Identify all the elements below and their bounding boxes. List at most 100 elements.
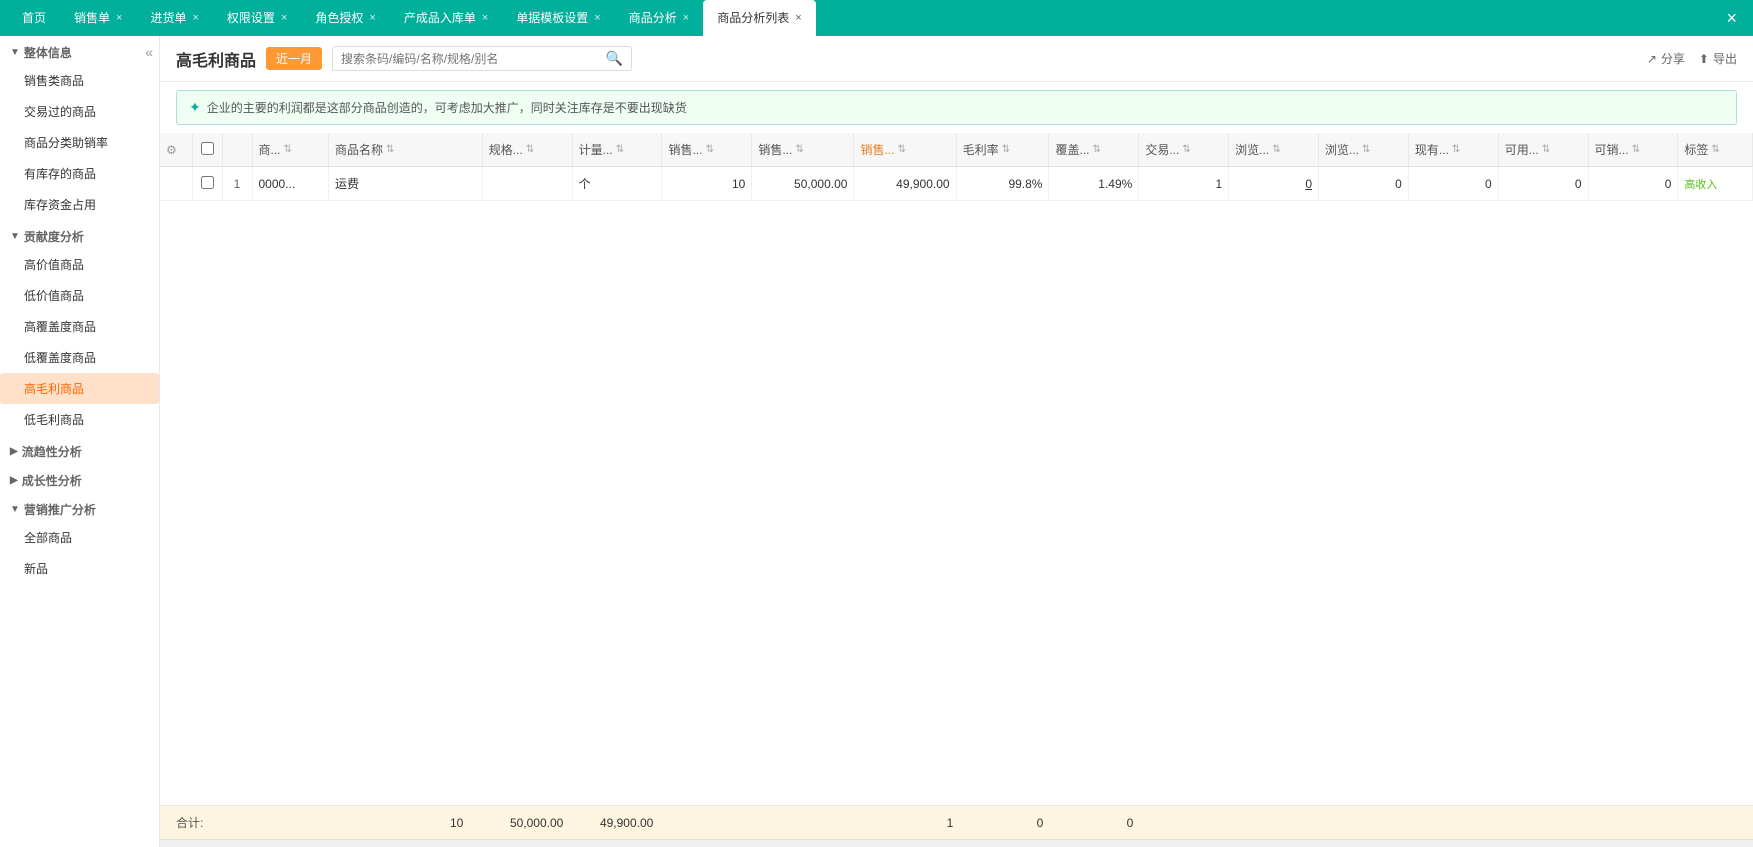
arrow-right-icon: ▶: [10, 446, 18, 457]
td-name: 运费: [328, 167, 482, 201]
arrow-down-icon-2: ▼: [10, 231, 20, 242]
search-icon[interactable]: 🔍: [606, 50, 623, 67]
nav-item-template[interactable]: 单据模板设置 ×: [502, 0, 614, 36]
sidebar-group-overall[interactable]: ▼ 整体信息: [0, 36, 159, 65]
nav-item-production[interactable]: 产成品入库单 ×: [390, 0, 502, 36]
sidebar-item-low-coverage[interactable]: 低覆盖度商品: [0, 342, 159, 373]
td-browse1[interactable]: 0: [1229, 167, 1319, 201]
sidebar-group-contribution[interactable]: ▼ 贡献度分析: [0, 220, 159, 249]
nav-close-roles[interactable]: ×: [369, 0, 375, 36]
nav-close-permissions[interactable]: ×: [281, 0, 287, 36]
th-browse2[interactable]: 浏览...⇅: [1319, 133, 1409, 167]
sidebar-group-growth[interactable]: ▶ 成长性分析: [0, 464, 159, 493]
td-num: 1: [222, 167, 252, 201]
nav-item-permissions[interactable]: 权限设置 ×: [213, 0, 301, 36]
search-input[interactable]: [341, 52, 606, 66]
sidebar-item-category-rate[interactable]: 商品分类助销率: [0, 127, 159, 158]
share-icon: ↗: [1647, 52, 1657, 66]
info-icon: ✦: [189, 99, 201, 116]
th-checkbox[interactable]: [192, 133, 222, 167]
footer-label: 合计:: [176, 814, 203, 831]
td-coverage: 1.49%: [1049, 167, 1139, 201]
data-table-container[interactable]: ⚙ 商...⇅ 商品名称⇅ 规格...⇅: [160, 133, 1753, 805]
nav-item-purchase[interactable]: 进货单 ×: [136, 0, 212, 36]
td-code: 0000...: [252, 167, 328, 201]
th-stock-sale[interactable]: 可销...⇅: [1588, 133, 1678, 167]
search-box[interactable]: 🔍: [332, 46, 632, 71]
sidebar-collapse-btn[interactable]: «: [145, 44, 153, 60]
td-sales-amt: 50,000.00: [752, 167, 854, 201]
th-sales-cost[interactable]: 销售...⇅: [854, 133, 956, 167]
th-sales-qty[interactable]: 销售...⇅: [662, 133, 752, 167]
td-browse2: 0: [1319, 167, 1409, 201]
th-code[interactable]: 商...⇅: [252, 133, 328, 167]
th-trade[interactable]: 交易...⇅: [1139, 133, 1229, 167]
sidebar-item-new-goods[interactable]: 新品: [0, 553, 159, 584]
info-banner: ✦ 企业的主要的利润都是这部分商品创造的，可考虑加大推广，同时关注库存是不要出现…: [176, 90, 1737, 125]
nav-close-production[interactable]: ×: [482, 0, 488, 36]
th-settings[interactable]: ⚙: [160, 133, 192, 167]
th-gross-rate[interactable]: 毛利率⇅: [956, 133, 1049, 167]
nav-item-sales[interactable]: 销售单 ×: [60, 0, 136, 36]
sidebar-item-high-value[interactable]: 高价值商品: [0, 249, 159, 280]
th-stock-cur[interactable]: 现有...⇅: [1408, 133, 1498, 167]
share-button[interactable]: ↗ 分享: [1647, 50, 1685, 67]
footer-trade: 1: [663, 816, 963, 830]
nav-close-template[interactable]: ×: [594, 0, 600, 36]
nav-item-home[interactable]: 首页: [8, 0, 60, 36]
nav-close-all: ×: [1718, 8, 1745, 29]
row-checkbox[interactable]: [201, 176, 214, 189]
arrow-down-icon-3: ▼: [10, 504, 20, 515]
footer-sales-amt: 50,000.00: [483, 816, 573, 830]
close-all-icon[interactable]: ×: [1718, 8, 1745, 29]
td-spec: [482, 167, 572, 201]
nav-close-sales[interactable]: ×: [116, 0, 122, 36]
nav-item-analysis-list[interactable]: 商品分析列表 ×: [703, 0, 815, 36]
export-icon: ⬆: [1699, 52, 1709, 66]
td-sales-cost: 49,900.00: [854, 167, 956, 201]
table-row: 1 0000... 运费 个 10 50,000.00 49,900.00 99…: [160, 167, 1753, 201]
sidebar-item-traded-goods[interactable]: 交易过的商品: [0, 96, 159, 127]
header-actions: ↗ 分享 ⬆ 导出: [1647, 50, 1737, 67]
footer-sales-cost: 49,900.00: [573, 816, 663, 830]
sidebar-item-low-margin[interactable]: 低毛利商品: [0, 404, 159, 435]
th-tag[interactable]: 标签⇅: [1678, 133, 1753, 167]
sidebar-item-stock-capital[interactable]: 库存资金占用: [0, 189, 159, 220]
sidebar-item-low-value[interactable]: 低价值商品: [0, 280, 159, 311]
th-stock-avail[interactable]: 可用...⇅: [1498, 133, 1588, 167]
sidebar-group-trend[interactable]: ▶ 流趋性分析: [0, 435, 159, 464]
th-spec[interactable]: 规格...⇅: [482, 133, 572, 167]
sidebar-item-high-margin[interactable]: 高毛利商品: [0, 373, 159, 404]
sidebar-item-high-coverage[interactable]: 高覆盖度商品: [0, 311, 159, 342]
nav-item-roles[interactable]: 角色授权 ×: [301, 0, 389, 36]
arrow-right-icon-2: ▶: [10, 475, 18, 486]
th-num: [222, 133, 252, 167]
footer-stock-cur: 0: [963, 816, 1053, 830]
th-name[interactable]: 商品名称⇅: [328, 133, 482, 167]
top-navigation: 首页 销售单 × 进货单 × 权限设置 × 角色授权 × 产成品入库单 × 单据…: [0, 0, 1753, 36]
nav-close-analysis-list[interactable]: ×: [795, 0, 801, 36]
filter-recent-month-button[interactable]: 近一月: [266, 47, 322, 70]
th-sales-amt[interactable]: 销售...⇅: [752, 133, 854, 167]
th-coverage[interactable]: 覆盖...⇅: [1049, 133, 1139, 167]
nav-close-purchase[interactable]: ×: [192, 0, 198, 36]
select-all-checkbox[interactable]: [201, 142, 214, 155]
td-tag: 高收入: [1678, 167, 1753, 201]
export-button[interactable]: ⬆ 导出: [1699, 50, 1737, 67]
td-checkbox[interactable]: [192, 167, 222, 201]
footer-sales-qty: 10: [223, 816, 483, 830]
th-browse1[interactable]: 浏览...⇅: [1229, 133, 1319, 167]
sidebar-item-sales-goods[interactable]: 销售类商品: [0, 65, 159, 96]
sidebar-item-all-goods[interactable]: 全部商品: [0, 522, 159, 553]
nav-close-analysis[interactable]: ×: [683, 0, 689, 36]
sidebar-item-stocked-goods[interactable]: 有库存的商品: [0, 158, 159, 189]
horizontal-scrollbar[interactable]: [160, 839, 1753, 847]
th-unit[interactable]: 计量...⇅: [572, 133, 662, 167]
td-stock-avail: 0: [1498, 167, 1588, 201]
content-area: 高毛利商品 近一月 🔍 ↗ 分享 ⬆ 导出 ✦ 企业的主要的利润都是这部分商品创…: [160, 36, 1753, 847]
content-header: 高毛利商品 近一月 🔍 ↗ 分享 ⬆ 导出: [160, 36, 1753, 82]
td-stock-sale: 0: [1588, 167, 1678, 201]
sidebar-group-marketing[interactable]: ▼ 营销推广分析: [0, 493, 159, 522]
nav-item-analysis[interactable]: 商品分析 ×: [615, 0, 703, 36]
main-layout: « ▼ 整体信息 销售类商品 交易过的商品 商品分类助销率 有库存的商品 库存资…: [0, 36, 1753, 847]
